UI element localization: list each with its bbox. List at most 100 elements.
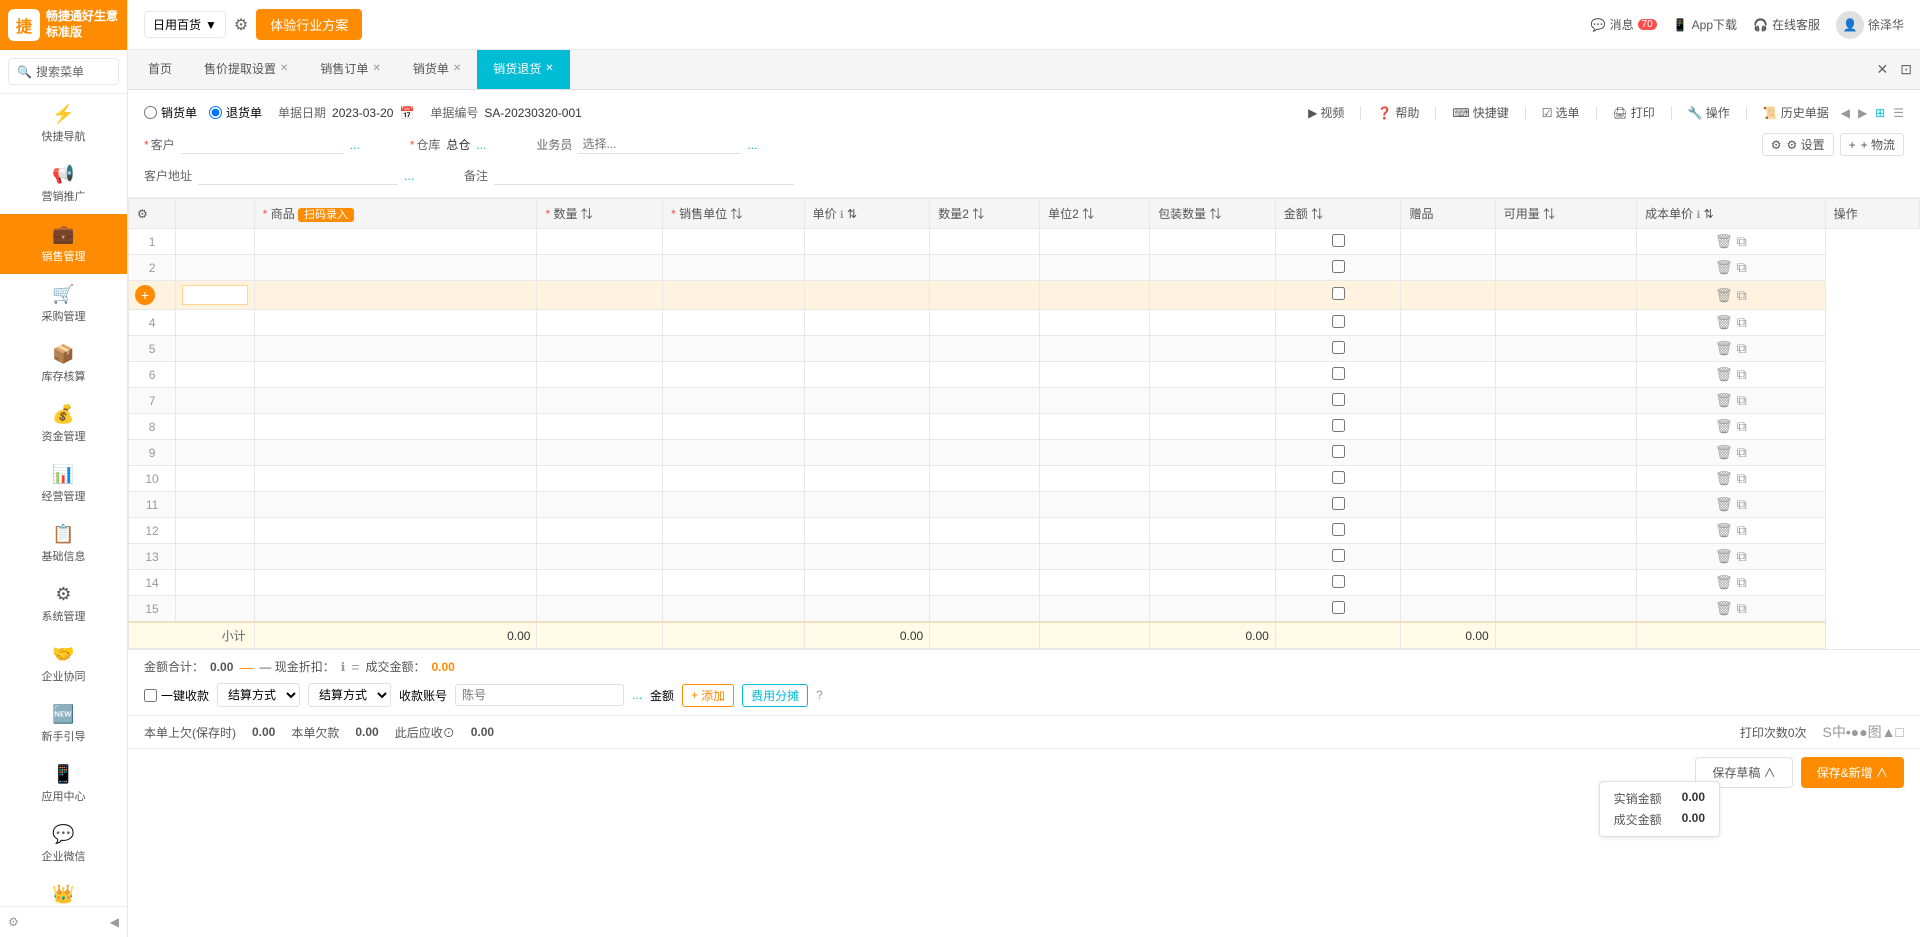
row-15-gift-checkbox[interactable] [1332,601,1345,614]
trial-btn[interactable]: 体验行业方案 [256,9,362,40]
list-icon[interactable]: ☰ [1893,106,1904,120]
row-5-cost-price[interactable] [1495,336,1636,362]
grid-icon[interactable]: ⊞ [1875,106,1885,120]
row-14-amount[interactable] [1150,570,1276,596]
sidebar-item-finance[interactable]: 💰 资金管理 [0,394,127,454]
row-8-amount[interactable] [1150,414,1276,440]
row-5-sale-unit[interactable] [537,336,663,362]
row-3-unit2[interactable] [930,281,1040,310]
row-14-sale-unit[interactable] [537,570,663,596]
col-cost-sort[interactable]: ⇅ [1704,207,1714,221]
row-12-qty2[interactable] [804,518,930,544]
row-14-qty2[interactable] [804,570,930,596]
row-14-qty[interactable] [254,570,537,596]
row-15-amount[interactable] [1150,596,1276,623]
tab-home[interactable]: 首页 [132,50,188,89]
row-13-amount[interactable] [1150,544,1276,570]
row-4-delete-icon[interactable]: 🗑 [1715,314,1733,331]
row-13-gift-checkbox[interactable] [1332,549,1345,562]
tab-sales-invoice[interactable]: 销货单 ✕ [397,50,477,89]
row-3-gift-checkbox[interactable] [1332,287,1345,300]
customer-select-trigger[interactable]: ... [350,138,360,152]
row-4-product[interactable] [176,310,255,336]
row-2-cost-price[interactable] [1495,255,1636,281]
form-settings-button[interactable]: ⚙ ⚙ 设置 [1762,133,1834,156]
sidebar-item-enterprise[interactable]: 🤝 企业协同 [0,634,127,694]
row-15-gift[interactable] [1275,596,1401,623]
row-3-gift[interactable] [1275,281,1401,310]
row-2-product[interactable] [176,255,255,281]
row-4-gift-checkbox[interactable] [1332,315,1345,328]
row-9-product[interactable] [176,440,255,466]
row-3-copy-icon[interactable]: ⧉ [1737,287,1747,304]
row-5-qty[interactable] [254,336,537,362]
row-4-unit2[interactable] [930,310,1040,336]
sidebar-item-member[interactable]: 👑 畅会员 [0,874,127,906]
row-10-product[interactable] [176,466,255,492]
row-5-qty2[interactable] [804,336,930,362]
row-15-pack-qty[interactable] [1040,596,1150,623]
row-6-amount[interactable] [1150,362,1276,388]
radio-return[interactable]: 退货单 [209,104,262,121]
salesperson-select-trigger[interactable]: ... [747,138,757,152]
row-13-qty[interactable] [254,544,537,570]
row-11-amount[interactable] [1150,492,1276,518]
sidebar-item-newbie[interactable]: 🆕 新手引导 [0,694,127,754]
account-select-icon[interactable]: ... [632,688,642,702]
radio-sales-invoice[interactable]: 销货单 [144,104,197,121]
row-12-gift[interactable] [1275,518,1401,544]
row-1-available[interactable] [1401,229,1495,255]
row-7-cost-price[interactable] [1495,388,1636,414]
collapse-icon[interactable]: ◀ [110,915,119,929]
col-price-sort[interactable]: ⇅ [847,207,857,221]
row-14-cost-price[interactable] [1495,570,1636,596]
row-15-qty[interactable] [254,596,537,623]
row-4-copy-icon[interactable]: ⧉ [1737,314,1747,331]
row-14-pack-qty[interactable] [1040,570,1150,596]
row-8-product[interactable] [176,414,255,440]
row-3-sale-unit[interactable] [537,281,663,310]
settings-gear-icon[interactable]: ⚙ [8,915,19,929]
row-12-unit-price[interactable] [663,518,804,544]
row-1-pack-qty[interactable] [1040,229,1150,255]
sidebar-item-sales[interactable]: 💼 销售管理 [0,214,127,274]
row-10-pack-qty[interactable] [1040,466,1150,492]
row-11-copy-icon[interactable]: ⧉ [1737,496,1747,513]
row-1-sale-unit[interactable] [537,229,663,255]
row-4-sale-unit[interactable] [537,310,663,336]
row-7-gift[interactable] [1275,388,1401,414]
row-8-unit2[interactable] [930,414,1040,440]
row-10-available[interactable] [1401,466,1495,492]
discount-info-icon[interactable]: ℹ [341,660,346,674]
col-qty-sort[interactable]: ⇅ [581,207,593,221]
row-3-qty2[interactable] [804,281,930,310]
sidebar-item-purchase[interactable]: 🛒 采购管理 [0,274,127,334]
tab-price-extract-close[interactable]: ✕ [280,63,288,74]
row-2-pack-qty[interactable] [1040,255,1150,281]
row-8-gift-checkbox[interactable] [1332,419,1345,432]
row-3-available[interactable] [1401,281,1495,310]
row-7-unit-price[interactable] [663,388,804,414]
row-11-qty2[interactable] [804,492,930,518]
row-7-gift-checkbox[interactable] [1332,393,1345,406]
row-2-delete-icon[interactable]: 🗑 [1715,259,1733,276]
row-1-gift-checkbox[interactable] [1332,234,1345,247]
row-11-product[interactable] [176,492,255,518]
row-12-product[interactable] [176,518,255,544]
row-3-delete-icon[interactable]: 🗑 [1715,287,1733,304]
row-6-product[interactable] [176,362,255,388]
row-15-cost-price[interactable] [1495,596,1636,623]
print-btn[interactable]: 🖨 打印 [1609,102,1659,123]
nav-prev-icon[interactable]: ◀ [1841,106,1850,120]
row-13-qty2[interactable] [804,544,930,570]
user-profile[interactable]: 👤 徐泽华 [1836,11,1904,39]
unit-price-info-icon[interactable]: ℹ [840,210,844,221]
row-6-unit2[interactable] [930,362,1040,388]
row-12-available[interactable] [1401,518,1495,544]
row-1-qty2[interactable] [804,229,930,255]
row-13-delete-icon[interactable]: 🗑 [1715,548,1733,565]
row-11-unit-price[interactable] [663,492,804,518]
row-8-unit-price[interactable] [663,414,804,440]
row-9-available[interactable] [1401,440,1495,466]
row-5-product[interactable] [176,336,255,362]
